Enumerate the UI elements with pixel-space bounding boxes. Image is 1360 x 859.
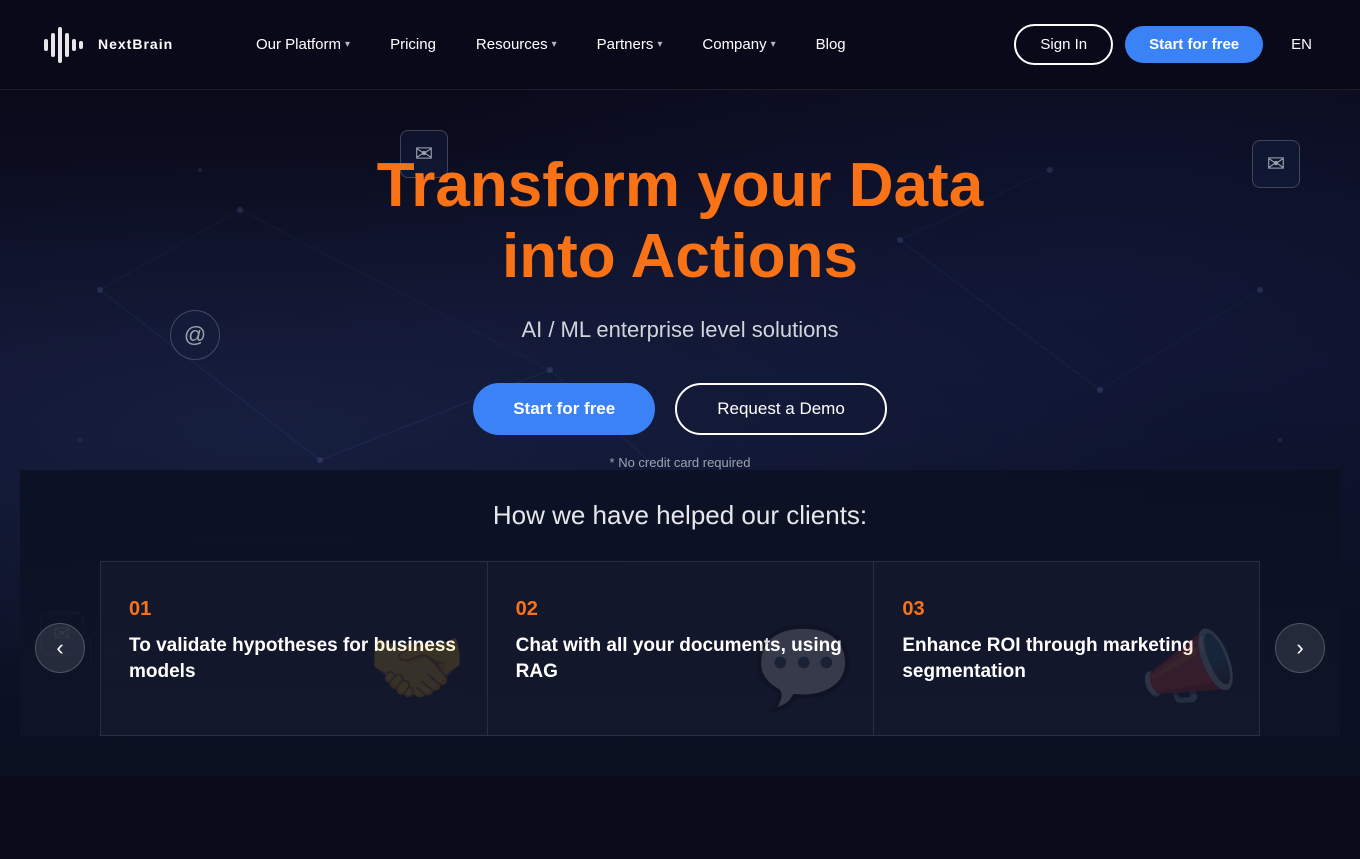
nav-item-blog[interactable]: Blog — [800, 28, 862, 61]
prev-arrow-button[interactable]: ‹ — [35, 623, 85, 673]
nav-item-pricing[interactable]: Pricing — [374, 28, 452, 61]
chat-icon: 💬 — [754, 621, 854, 715]
nav-item-partners[interactable]: Partners ▾ — [581, 28, 679, 61]
navbar: NextBrain Our Platform ▾ Pricing Resourc… — [0, 0, 1360, 90]
signin-button[interactable]: Sign In — [1014, 24, 1113, 65]
cards-container: 01 To validate hypotheses for business m… — [100, 561, 1260, 736]
client-card-2: 02 Chat with all your documents, using R… — [487, 561, 874, 736]
start-free-nav-button[interactable]: Start for free — [1125, 26, 1263, 63]
logo-text: NextBrain — [98, 37, 173, 52]
no-credit-text: * No credit card required — [377, 455, 983, 470]
request-demo-button[interactable]: Request a Demo — [675, 383, 887, 435]
start-free-hero-button[interactable]: Start for free — [473, 383, 655, 435]
card-number-3: 03 — [902, 598, 1231, 621]
logo[interactable]: NextBrain — [40, 21, 180, 69]
clients-title: How we have helped our clients: — [20, 500, 1340, 531]
client-card-1: 01 To validate hypotheses for business m… — [100, 561, 487, 736]
card-number-1: 01 — [129, 598, 459, 621]
card-number-2: 02 — [516, 598, 846, 621]
handshake-icon: 🤝 — [367, 621, 467, 715]
clients-section: How we have helped our clients: ‹ 01 To … — [20, 470, 1340, 736]
language-selector[interactable]: EN — [1283, 28, 1320, 61]
deco-at-icon: @ — [170, 310, 220, 360]
deco-email-icon-2: ✉ — [1252, 140, 1300, 188]
hero-subtitle: AI / ML enterprise level solutions — [377, 317, 983, 343]
cards-wrapper: ‹ 01 To validate hypotheses for business… — [20, 561, 1340, 736]
hero-section: ✉ ✉ @ ✉ ✉ Transform your Data into Actio… — [0, 90, 1360, 776]
chevron-down-icon: ▾ — [771, 39, 776, 50]
hero-content: Transform your Data into Actions AI / ML… — [377, 150, 983, 470]
client-card-3: 03 Enhance ROI through marketing segment… — [873, 561, 1260, 736]
chevron-down-icon: ▾ — [657, 39, 662, 50]
nav-links: Our Platform ▾ Pricing Resources ▾ Partn… — [240, 28, 1014, 61]
nav-actions: Sign In Start for free EN — [1014, 24, 1320, 65]
megaphone-icon: 📣 — [1139, 621, 1239, 715]
logo-icon — [40, 21, 88, 69]
chevron-down-icon: ▾ — [345, 39, 350, 50]
hero-title: Transform your Data into Actions — [377, 150, 983, 293]
nav-item-platform[interactable]: Our Platform ▾ — [240, 28, 366, 61]
nav-item-company[interactable]: Company ▾ — [686, 28, 791, 61]
chevron-down-icon: ▾ — [552, 39, 557, 50]
next-arrow-button[interactable]: › — [1275, 623, 1325, 673]
hero-buttons: Start for free Request a Demo — [377, 383, 983, 435]
nav-item-resources[interactable]: Resources ▾ — [460, 28, 573, 61]
